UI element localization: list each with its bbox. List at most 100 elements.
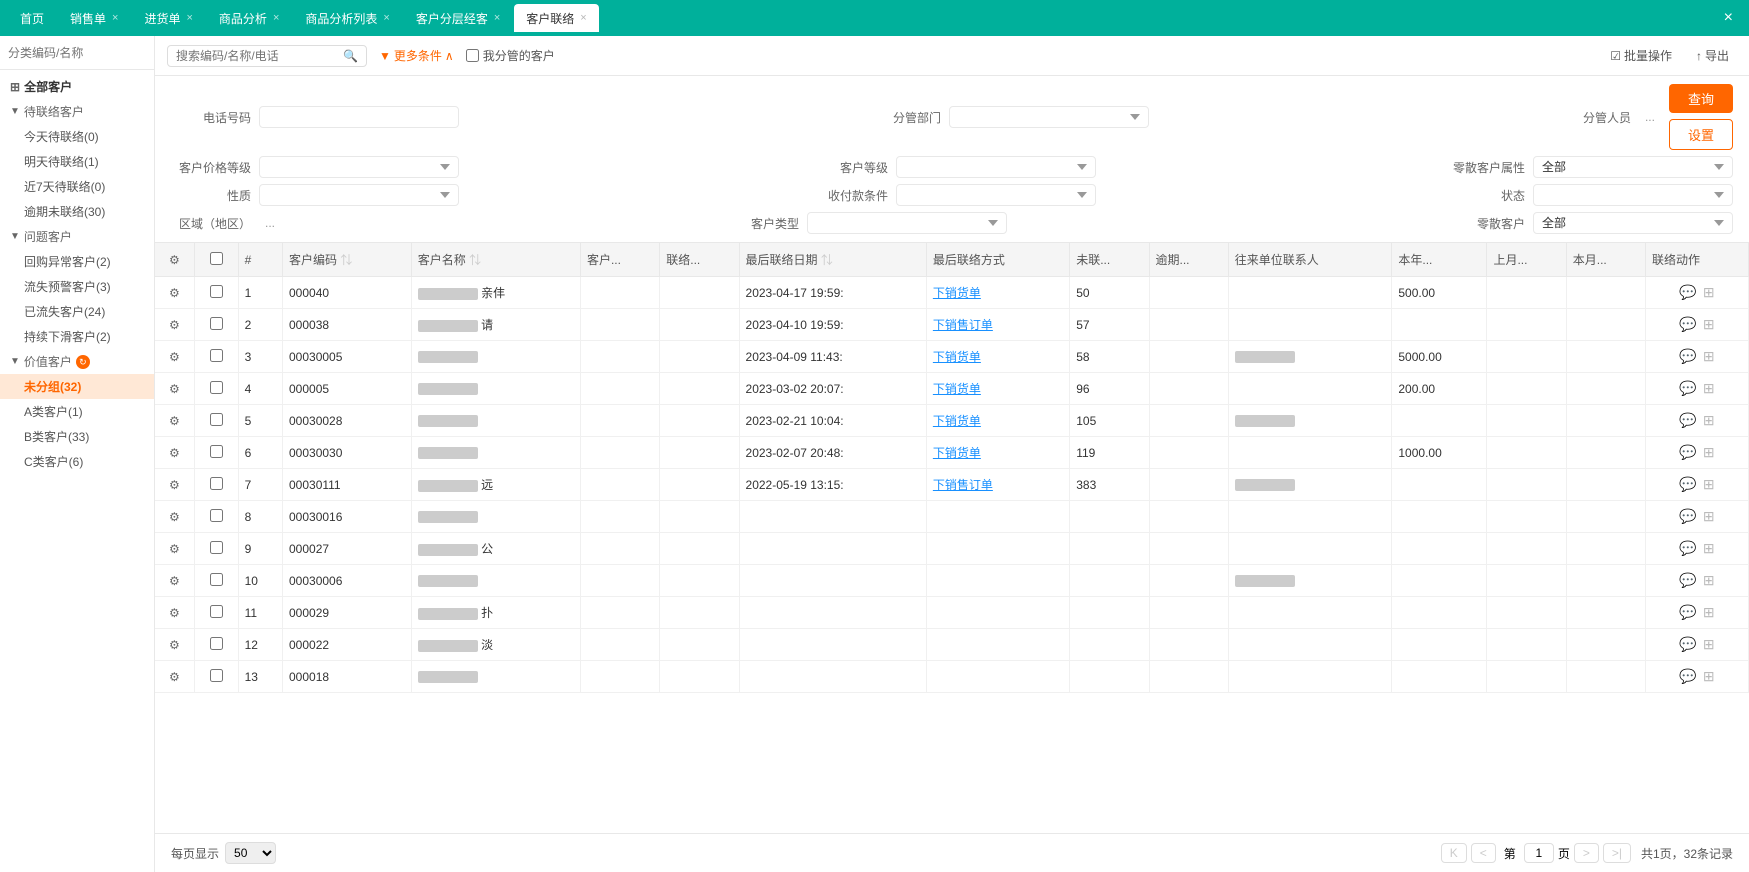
tab-customer-contact[interactable]: 客户联络 × bbox=[514, 4, 598, 32]
refresh-icon[interactable]: ↻ bbox=[76, 355, 90, 369]
sidebar-item-overdue[interactable]: 逾期未联络(30) bbox=[0, 199, 154, 224]
close-all-button[interactable]: × bbox=[1716, 9, 1741, 27]
close-icon[interactable]: × bbox=[580, 12, 586, 24]
grid-action-icon[interactable]: ⊞ bbox=[1703, 476, 1715, 493]
row-settings[interactable]: ⚙ bbox=[155, 277, 194, 309]
grid-action-icon[interactable]: ⊞ bbox=[1703, 636, 1715, 653]
first-page-button[interactable]: K bbox=[1441, 843, 1467, 863]
row-last-contact-method[interactable]: 下销货单 bbox=[926, 277, 1069, 309]
more-conditions-button[interactable]: ▼ 更多条件 ∧ bbox=[379, 47, 454, 64]
code-column-header[interactable]: 客户编码 ⇅ bbox=[283, 243, 412, 277]
tab-customer-segment[interactable]: 客户分层经客 × bbox=[404, 4, 512, 32]
message-action-icon[interactable]: 💬 bbox=[1679, 572, 1696, 589]
zero-customer-select[interactable]: 全部 bbox=[1533, 212, 1733, 234]
my-customers-check[interactable] bbox=[466, 49, 479, 62]
problem-customers-group[interactable]: ▼ 问题客户 bbox=[0, 224, 154, 249]
row-settings[interactable]: ⚙ bbox=[155, 341, 194, 373]
last-contact-method-link[interactable]: 下销货单 bbox=[933, 446, 981, 460]
customer-type-select[interactable] bbox=[807, 212, 1007, 234]
tab-home[interactable]: 首页 bbox=[8, 4, 56, 32]
row-checkbox[interactable] bbox=[194, 309, 238, 341]
grid-action-icon[interactable]: ⊞ bbox=[1703, 412, 1715, 429]
row-checkbox[interactable] bbox=[194, 501, 238, 533]
grid-action-icon[interactable]: ⊞ bbox=[1703, 540, 1715, 557]
query-button[interactable]: 查询 bbox=[1669, 84, 1733, 113]
row-checkbox[interactable] bbox=[194, 373, 238, 405]
message-action-icon[interactable]: 💬 bbox=[1679, 668, 1696, 685]
row-last-contact-method[interactable]: 下销货单 bbox=[926, 437, 1069, 469]
my-customers-checkbox[interactable]: 我分管的客户 bbox=[466, 47, 555, 64]
message-action-icon[interactable]: 💬 bbox=[1679, 348, 1696, 365]
row-settings[interactable]: ⚙ bbox=[155, 501, 194, 533]
row-settings[interactable]: ⚙ bbox=[155, 437, 194, 469]
sidebar-item-class-a[interactable]: A类客户(1) bbox=[0, 399, 154, 424]
row-checkbox[interactable] bbox=[194, 437, 238, 469]
message-action-icon[interactable]: 💬 bbox=[1679, 412, 1696, 429]
tab-product-analysis[interactable]: 商品分析 × bbox=[207, 4, 291, 32]
close-icon[interactable]: × bbox=[383, 12, 389, 24]
grid-action-icon[interactable]: ⊞ bbox=[1703, 316, 1715, 333]
last-contact-method-link[interactable]: 下销货单 bbox=[933, 350, 981, 364]
search-input[interactable] bbox=[176, 49, 337, 63]
row-checkbox[interactable] bbox=[194, 661, 238, 693]
close-icon[interactable]: × bbox=[494, 12, 500, 24]
phone-input[interactable] bbox=[259, 106, 459, 128]
row-last-contact-method[interactable]: 下销货单 bbox=[926, 373, 1069, 405]
message-action-icon[interactable]: 💬 bbox=[1679, 540, 1696, 557]
row-settings[interactable]: ⚙ bbox=[155, 629, 194, 661]
name-column-header[interactable]: 客户名称 ⇅ bbox=[411, 243, 580, 277]
grid-action-icon[interactable]: ⊞ bbox=[1703, 348, 1715, 365]
prev-page-button[interactable]: < bbox=[1471, 843, 1496, 863]
row-settings[interactable]: ⚙ bbox=[155, 565, 194, 597]
row-checkbox[interactable] bbox=[194, 405, 238, 437]
message-action-icon[interactable]: 💬 bbox=[1679, 284, 1696, 301]
message-action-icon[interactable]: 💬 bbox=[1679, 476, 1696, 493]
message-action-icon[interactable]: 💬 bbox=[1679, 508, 1696, 525]
grid-action-icon[interactable]: ⊞ bbox=[1703, 284, 1715, 301]
last-page-button[interactable]: >| bbox=[1603, 843, 1631, 863]
tab-product-analysis-list[interactable]: 商品分析列表 × bbox=[293, 4, 401, 32]
person-more-icon[interactable]: ... bbox=[1645, 110, 1655, 124]
export-button[interactable]: ↑ 导出 bbox=[1688, 44, 1737, 67]
row-checkbox[interactable] bbox=[194, 341, 238, 373]
close-icon[interactable]: × bbox=[112, 12, 118, 24]
close-icon[interactable]: × bbox=[273, 12, 279, 24]
grid-action-icon[interactable]: ⊞ bbox=[1703, 604, 1715, 621]
row-last-contact-method[interactable]: 下销货单 bbox=[926, 405, 1069, 437]
row-checkbox[interactable] bbox=[194, 277, 238, 309]
row-settings[interactable]: ⚙ bbox=[155, 309, 194, 341]
grid-action-icon[interactable]: ⊞ bbox=[1703, 668, 1715, 685]
sidebar-item-7day-pending[interactable]: 近7天待联络(0) bbox=[0, 174, 154, 199]
grid-action-icon[interactable]: ⊞ bbox=[1703, 444, 1715, 461]
sidebar-item-ungrouped[interactable]: 未分组(32) bbox=[0, 374, 154, 399]
last-contact-date-column-header[interactable]: 最后联络日期 ⇅ bbox=[739, 243, 926, 277]
row-checkbox[interactable] bbox=[194, 565, 238, 597]
select-all-checkbox[interactable] bbox=[210, 252, 223, 265]
sidebar-item-repurchase-anomaly[interactable]: 回购异常客户(2) bbox=[0, 249, 154, 274]
sidebar-item-tomorrow-pending[interactable]: 明天待联络(1) bbox=[0, 149, 154, 174]
row-settings[interactable]: ⚙ bbox=[155, 533, 194, 565]
message-action-icon[interactable]: 💬 bbox=[1679, 380, 1696, 397]
sidebar-item-class-b[interactable]: B类客户(33) bbox=[0, 424, 154, 449]
sidebar-item-churned[interactable]: 已流失客户(24) bbox=[0, 299, 154, 324]
message-action-icon[interactable]: 💬 bbox=[1679, 444, 1696, 461]
row-checkbox[interactable] bbox=[194, 597, 238, 629]
pay-select[interactable] bbox=[896, 184, 1096, 206]
pending-contact-group[interactable]: ▼ 待联络客户 bbox=[0, 99, 154, 124]
next-page-button[interactable]: > bbox=[1574, 843, 1599, 863]
row-last-contact-method[interactable]: 下销售订单 bbox=[926, 309, 1069, 341]
tab-sales[interactable]: 销售单 × bbox=[58, 4, 130, 32]
search-icon[interactable]: 🔍 bbox=[343, 49, 358, 63]
message-action-icon[interactable]: 💬 bbox=[1679, 604, 1696, 621]
sidebar-item-class-c[interactable]: C类客户(6) bbox=[0, 449, 154, 474]
row-last-contact-method[interactable]: 下销货单 bbox=[926, 341, 1069, 373]
grid-action-icon[interactable]: ⊞ bbox=[1703, 508, 1715, 525]
all-customers-header[interactable]: ⊞ 全部客户 bbox=[0, 70, 154, 99]
region-more-icon[interactable]: ... bbox=[265, 216, 275, 230]
reset-button[interactable]: 设置 bbox=[1669, 119, 1733, 150]
page-size-select[interactable]: 20 50 100 bbox=[225, 842, 276, 864]
last-contact-method-link[interactable]: 下销售订单 bbox=[933, 318, 993, 332]
price-select[interactable] bbox=[259, 156, 459, 178]
value-customers-group[interactable]: ▼ 价值客户 ↻ bbox=[0, 349, 154, 374]
grid-action-icon[interactable]: ⊞ bbox=[1703, 572, 1715, 589]
